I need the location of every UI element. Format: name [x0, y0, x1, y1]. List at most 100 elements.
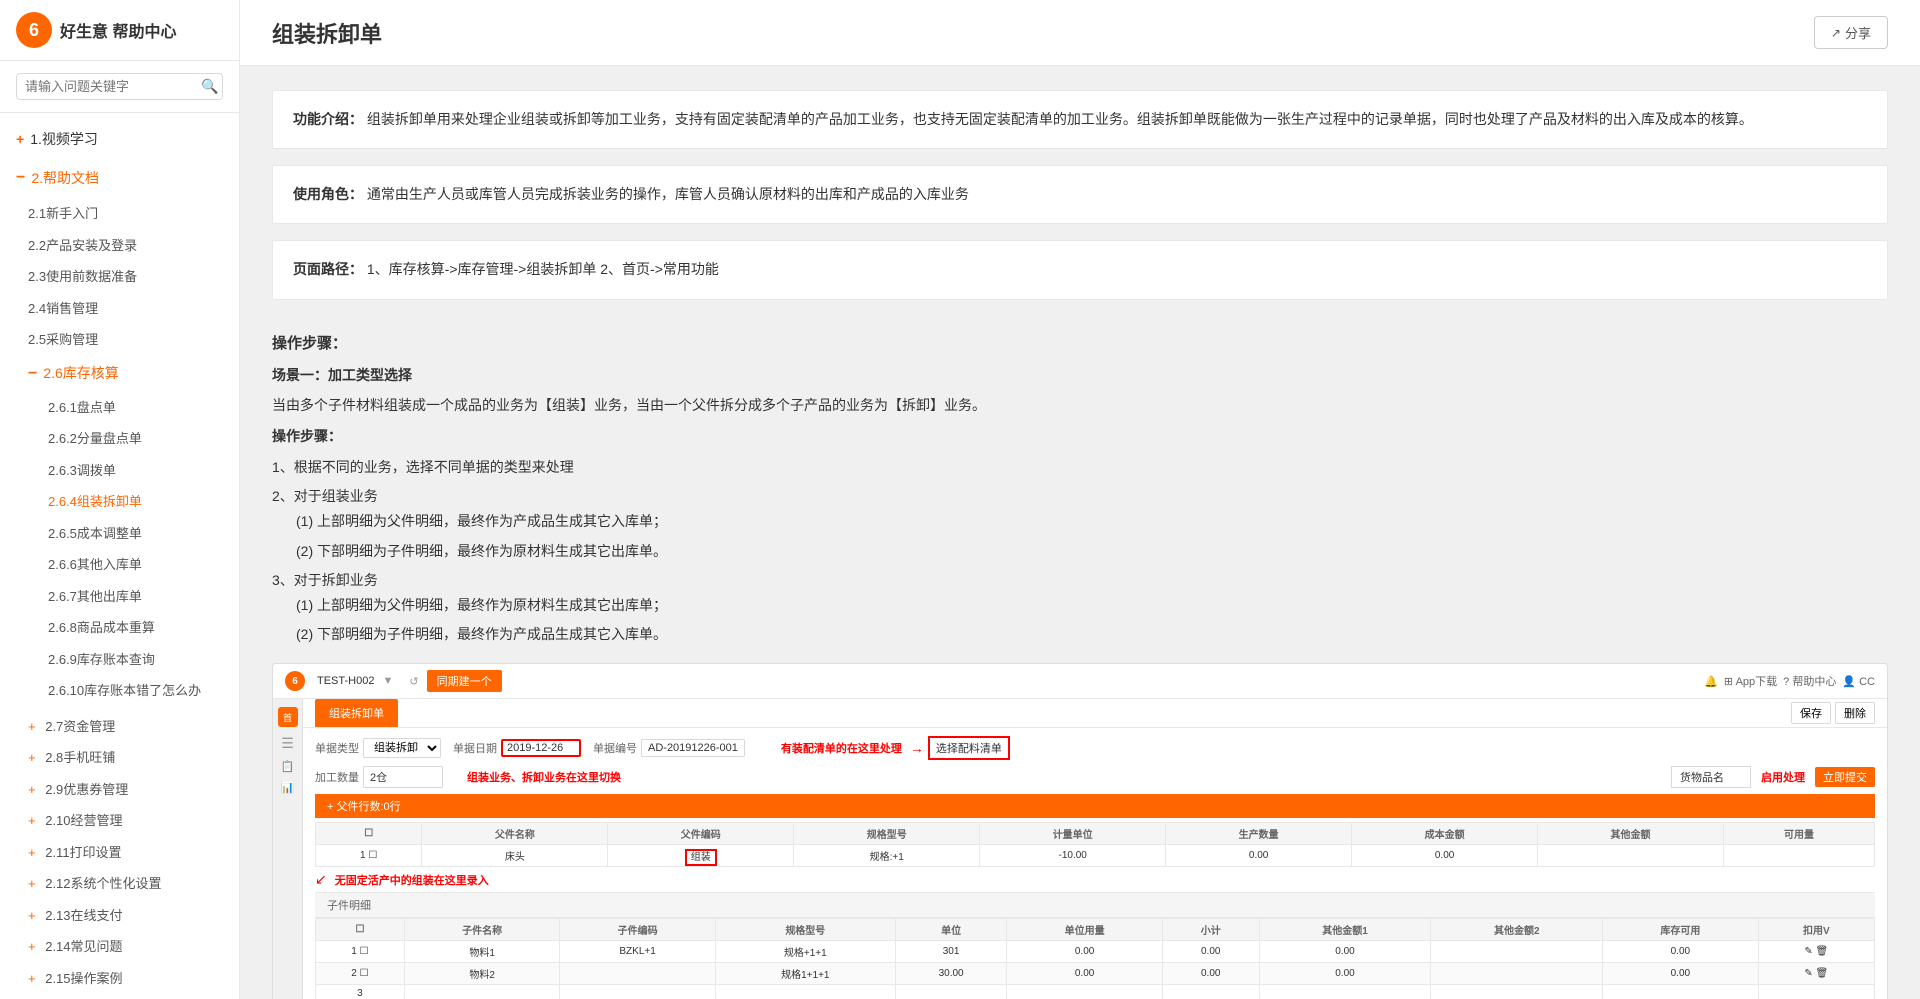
- mock-confirm-btn[interactable]: 立即提交: [1815, 767, 1875, 787]
- mock-new-btn[interactable]: 同期建一个: [427, 670, 502, 692]
- sidebar-item-faq[interactable]: + 2.14常见问题: [28, 931, 239, 963]
- search-input[interactable]: [25, 79, 201, 94]
- app-title: 好生意 帮助中心: [60, 18, 176, 42]
- mock-row1-code: 组装: [608, 845, 794, 867]
- mock-col-parent-name: 父件名称: [422, 823, 608, 845]
- mock-child-col-other2: 其他金额2: [1431, 919, 1603, 941]
- sidebar-item-265[interactable]: 2.6.5成本调整单: [48, 518, 239, 550]
- sub-steps-3: (1) 上部明细为父件明细，最终作为原材料生成其它出库单； (2) 下部明细为子…: [272, 593, 1888, 647]
- sidebar-item-269[interactable]: 2.6.9库存账本查询: [48, 644, 239, 676]
- search-button[interactable]: 🔍: [201, 78, 218, 95]
- sidebar-item-purchase-label: 2.5采购管理: [28, 332, 98, 347]
- mock-row1-spec: 规格:+1: [794, 845, 980, 867]
- sidebar-item-system[interactable]: + 2.12系统个性化设置: [28, 868, 239, 900]
- sidebar-item-262[interactable]: 2.6.2分量盘点单: [48, 423, 239, 455]
- sidebar-item-cases[interactable]: + 2.15操作案例: [28, 963, 239, 995]
- sub-step-2-2: (2) 下部明细为子件明细，最终作为原材料生成其它出库单。: [296, 539, 1888, 564]
- mock-app-header: 6 TEST-H002 ▼ ↺ 同期建一个 🔔 ⊞ App下载 ? 帮助中心: [273, 664, 1887, 699]
- mock-date-value[interactable]: 2019-12-26: [501, 739, 581, 757]
- mock-add-label: + 父件行数:0行: [327, 798, 401, 814]
- search-wrapper[interactable]: 🔍: [16, 73, 223, 100]
- mock-no-label: 单据编号: [593, 740, 637, 756]
- mock-col-prod-count: 生产数量: [1166, 823, 1352, 845]
- sidebar-item-coupon[interactable]: + 2.9优惠券管理: [28, 774, 239, 806]
- sidebar-item-print[interactable]: + 2.11打印设置: [28, 837, 239, 869]
- mock-save-btn[interactable]: 保存: [1791, 702, 1831, 724]
- sidebar-item-install[interactable]: 2.2产品安装及登录: [28, 230, 239, 262]
- mock-search-field[interactable]: 货物品名: [1671, 766, 1751, 788]
- mock-avatar-icon: 👤 CC: [1842, 675, 1875, 688]
- annotation-text-3: 组装业务、拆卸业务在这里切换: [467, 769, 621, 785]
- scenario1-ops-title: 操作步骤：: [272, 424, 1888, 449]
- sidebar-item-267[interactable]: 2.6.7其他出库单: [48, 581, 239, 613]
- mock-config-btn[interactable]: 选择配料清单: [928, 736, 1010, 760]
- mock-content: 组装拆卸单 保存 删除: [303, 699, 1887, 999]
- mock-child-col-qty: 单位用量: [1007, 919, 1162, 941]
- mock-child-r2-other2: [1431, 963, 1603, 985]
- mock-row1-avail: [1724, 845, 1875, 867]
- nav-list: + 1.视频学习 − 2.帮助文档 2.1新手入门 2.2产品安装及登录 2.3…: [0, 113, 239, 999]
- sidebar-item-finance[interactable]: + 2.7资金管理: [28, 711, 239, 743]
- mobile-plus: +: [28, 750, 36, 765]
- sidebar-item-2610[interactable]: 2.6.10库存账本错了怎么办: [48, 675, 239, 707]
- sidebar-item-mobile[interactable]: + 2.8手机旺铺: [28, 742, 239, 774]
- content-area: 功能介绍： 组装拆卸单用来处理企业组装或拆卸等加工业务，支持有固定装配清单的产品…: [240, 66, 1920, 999]
- sidebar-item-docs-label: 2.帮助文档: [31, 168, 99, 189]
- sidebar-item-263[interactable]: 2.6.3调拨单: [48, 455, 239, 487]
- mock-tab-active[interactable]: 组装拆卸单: [315, 699, 398, 727]
- mock-header-right: 🔔 ⊞ App下载 ? 帮助中心 👤 CC: [1704, 673, 1875, 689]
- mock-help-icon: ? 帮助中心: [1783, 673, 1836, 689]
- faq-plus: +: [28, 939, 36, 954]
- mock-refresh-icon: ↺: [409, 675, 418, 688]
- share-button[interactable]: ↗ 分享: [1814, 16, 1888, 49]
- mock-child-r2-spec: 规格1+1+1: [715, 963, 895, 985]
- mock-no-value[interactable]: AD-20191226-001: [641, 739, 745, 757]
- sidebar-item-newcomer[interactable]: 2.1新手入门: [28, 198, 239, 230]
- sidebar-item-sales[interactable]: 2.4销售管理: [28, 293, 239, 325]
- mock-child-col-unit: 单位: [895, 919, 1007, 941]
- mock-form-row-1: 单据类型 组装拆卸 单据日期 2019-12-26: [315, 736, 1875, 760]
- mock-child-r1-spec: 规格+1+1: [715, 941, 895, 963]
- sidebar-item-online-pay[interactable]: + 2.13在线支付: [28, 900, 239, 932]
- path-label: 页面路径：: [293, 261, 363, 277]
- annotation-group-1: 有装配清单的在这里处理 → 选择配料清单: [777, 736, 1010, 760]
- sidebar-item-266[interactable]: 2.6.6其他入库单: [48, 549, 239, 581]
- sidebar-item-purchase[interactable]: 2.5采购管理: [28, 324, 239, 356]
- mock-child-col-name: 子件名称: [404, 919, 559, 941]
- mock-child-r1-subtotal: 0.00: [1162, 941, 1259, 963]
- sidebar-sub-list: 2.1新手入门 2.2产品安装及登录 2.3使用前数据准备 2.4销售管理 2.…: [0, 198, 239, 994]
- annotation-group-4: 货物品名 启用处理 立即提交: [1671, 766, 1875, 788]
- share-icon: ↗: [1831, 26, 1841, 40]
- search-box: 🔍: [0, 61, 239, 113]
- sidebar-item-inventory[interactable]: − 2.6库存核算: [28, 356, 239, 392]
- sidebar-item-docs[interactable]: − 2.帮助文档: [0, 158, 239, 198]
- inventory-sub-list: 2.6.1盘点单 2.6.2分量盘点单 2.6.3调拨单 2.6.4组装拆卸单 …: [28, 392, 239, 707]
- mock-child-r1-other2: [1431, 941, 1603, 963]
- mock-count-value[interactable]: 2仓: [363, 766, 443, 788]
- mock-child-col-check: ☐: [316, 919, 405, 941]
- mock-child-r2-op: ✎ 🗑: [1758, 963, 1874, 985]
- annotation-text-5: 无固定活产中的组装在这里录入: [335, 872, 489, 888]
- sidebar-item-268[interactable]: 2.6.8商品成本重算: [48, 612, 239, 644]
- sidebar-item-264[interactable]: 2.6.4组装拆卸单: [48, 486, 239, 518]
- sidebar-item-data-prep[interactable]: 2.3使用前数据准备: [28, 261, 239, 293]
- mock-side-nav: 首 ☰ 📋 📊: [273, 699, 303, 999]
- function-intro-label: 功能介绍：: [293, 111, 363, 127]
- mock-child-row-3: 3: [316, 985, 1875, 999]
- mock-type-label: 单据类型: [315, 740, 359, 756]
- plus-icon: +: [16, 129, 24, 150]
- mock-header-left: 6 TEST-H002 ▼ ↺ 同期建一个: [285, 670, 502, 692]
- annotation-text-1: 有装配清单的在这里处理: [781, 740, 902, 756]
- sidebar-item-video[interactable]: + 1.视频学习: [0, 121, 239, 158]
- mock-delete-btn[interactable]: 删除: [1835, 702, 1875, 724]
- sidebar-item-operation[interactable]: + 2.10经营管理: [28, 805, 239, 837]
- mock-date-label: 单据日期: [453, 740, 497, 756]
- sidebar-item-261[interactable]: 2.6.1盘点单: [48, 392, 239, 424]
- share-label: 分享: [1845, 23, 1871, 42]
- mock-type-select[interactable]: 组装拆卸: [363, 738, 441, 758]
- mock-parent-table: ☐ 父件名称 父件编码 规格型号 计量单位 生产数量 成本金额 其他金额: [315, 822, 1875, 867]
- sidebar-item-sales-label: 2.4销售管理: [28, 301, 98, 316]
- steps-list: 1、根据不同的业务，选择不同单据的类型来处理 2、对于组装业务 (1) 上部明细…: [272, 455, 1888, 647]
- mock-company: TEST-H002: [317, 675, 374, 687]
- mock-side-icon-4: 📊: [281, 781, 295, 794]
